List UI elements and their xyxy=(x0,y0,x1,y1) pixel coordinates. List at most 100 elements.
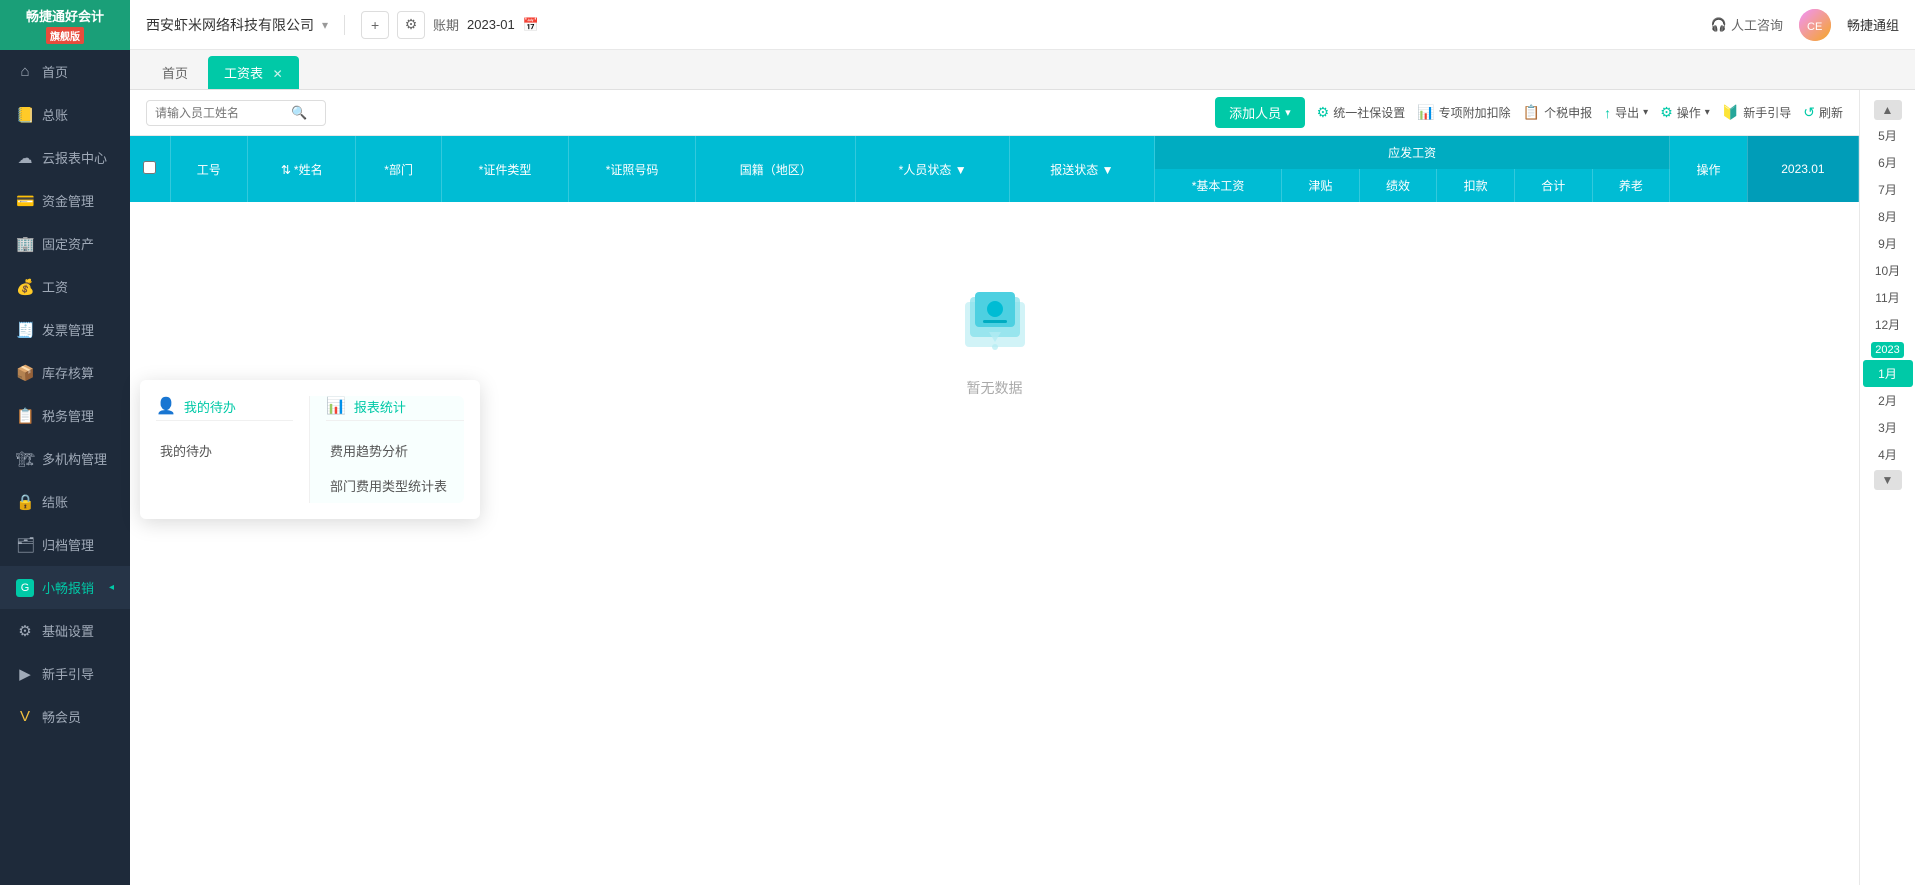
search-box[interactable]: 🔍 xyxy=(146,100,326,126)
operation-action[interactable]: ⚙ 操作 ▾ xyxy=(1660,104,1710,121)
search-input[interactable] xyxy=(155,106,285,120)
app-logo: 畅捷通好会计 旗舰版 xyxy=(0,0,130,50)
month-7[interactable]: 7月 xyxy=(1863,176,1913,203)
submit-filter-icon[interactable]: ▼ xyxy=(1102,163,1114,177)
operation-dropdown-icon: ▾ xyxy=(1705,107,1710,118)
tab-salary-table[interactable]: 工资表 ✕ xyxy=(208,56,299,89)
sort-name-icon[interactable]: ⇅ xyxy=(281,163,291,177)
sidebar-item-member[interactable]: V 畅会员 xyxy=(0,695,130,738)
sidebar-item-label: 库存核算 xyxy=(42,363,94,382)
month-12[interactable]: 12月 xyxy=(1863,311,1913,338)
month-nav-up[interactable]: ▲ xyxy=(1874,100,1902,120)
sidebar-item-closing[interactable]: 🔒 结账 xyxy=(0,480,130,523)
id-no-header: *证照号码 xyxy=(569,136,696,202)
sidebar-item-label: 多机构管理 xyxy=(42,449,107,468)
calendar-icon[interactable]: 📅 xyxy=(523,17,539,33)
checkbox-header[interactable] xyxy=(130,136,170,202)
refresh-icon: ↺ xyxy=(1803,104,1815,121)
sidebar-item-home[interactable]: ⌂ 首页 xyxy=(0,50,130,93)
settings-button[interactable]: ⚙ xyxy=(397,11,425,39)
month-4[interactable]: 4月 xyxy=(1863,441,1913,468)
todo-icon: 👤 xyxy=(156,396,176,416)
sidebar-item-archive[interactable]: 🗂 归档管理 xyxy=(0,523,130,566)
submit-status-header: 报送状态 ▼ xyxy=(1009,136,1154,202)
topbar-right: 🎧 人工咨询 CE 畅捷通组 xyxy=(1711,9,1899,41)
topbar: 西安虾米网络科技有限公司 ▾ + ⚙ 账期 2023-01 📅 🎧 人工咨询 C… xyxy=(130,0,1915,50)
emp-no-header: 工号 xyxy=(170,136,248,202)
sidebar-item-label: 首页 xyxy=(42,62,68,81)
expense-trend-label: 费用趋势分析 xyxy=(330,444,408,459)
performance-header: 绩效 xyxy=(1359,169,1437,202)
inventory-icon: 📦 xyxy=(16,364,34,382)
nationality-header: 国籍（地区） xyxy=(696,136,856,202)
sidebar-item-ledger[interactable]: 📒 总账 xyxy=(0,93,130,136)
home-icon: ⌂ xyxy=(16,63,34,80)
pension-header: 养老 xyxy=(1592,169,1670,202)
new-guide-action[interactable]: 🔰 新手引导 xyxy=(1722,104,1791,121)
sidebar-item-tax[interactable]: 📋 税务管理 xyxy=(0,394,130,437)
topbar-divider xyxy=(344,15,345,35)
period-header: 2023.01 xyxy=(1747,136,1858,202)
add-company-button[interactable]: + xyxy=(361,11,389,39)
month-panel: ▲ 5月 6月 7月 8月 9月 10月 11月 12月 2023 1月 2月 … xyxy=(1859,90,1915,885)
dept-expense-label: 部门费用类型统计表 xyxy=(330,479,447,494)
month-5[interactable]: 5月 xyxy=(1863,122,1913,149)
add-person-button[interactable]: 添加人员 ▾ xyxy=(1215,97,1305,128)
popup-todo-item[interactable]: 我的待办 xyxy=(156,433,293,468)
select-all-checkbox[interactable] xyxy=(143,161,156,174)
tax-icon: 📋 xyxy=(16,407,34,425)
status-filter-icon[interactable]: ▼ xyxy=(955,163,967,177)
guide-icon: ▶ xyxy=(16,665,34,683)
social-security-action[interactable]: ⚙ 统一社保设置 xyxy=(1317,104,1406,121)
sidebar-item-invoice[interactable]: 🧾 发票管理 xyxy=(0,308,130,351)
month-11[interactable]: 11月 xyxy=(1863,284,1913,311)
popup-expense-trend-item[interactable]: 费用趋势分析 xyxy=(326,433,464,468)
month-1-current[interactable]: 1月 xyxy=(1863,360,1913,387)
sidebar-item-multi-org[interactable]: 🏗 多机构管理 xyxy=(0,437,130,480)
tab-home-label: 首页 xyxy=(162,66,188,81)
sidebar-item-label: 工资 xyxy=(42,277,68,296)
tab-home[interactable]: 首页 xyxy=(146,56,204,89)
month-2[interactable]: 2月 xyxy=(1863,387,1913,414)
sidebar-item-fund[interactable]: 💳 资金管理 xyxy=(0,179,130,222)
export-action[interactable]: ↑ 导出 ▾ xyxy=(1604,104,1648,121)
month-9[interactable]: 9月 xyxy=(1863,230,1913,257)
logo-main-text: 畅捷通好会计 xyxy=(26,6,104,25)
export-dropdown-icon: ▾ xyxy=(1643,107,1648,118)
sidebar-item-label: 畅会员 xyxy=(42,707,81,726)
search-icon[interactable]: 🔍 xyxy=(291,105,307,121)
sidebar-item-xiaochang[interactable]: G 小畅报销 ◂ xyxy=(0,566,130,609)
sidebar-item-guide[interactable]: ▶ 新手引导 xyxy=(0,652,130,695)
sidebar-item-basic[interactable]: ⚙ 基础设置 xyxy=(0,609,130,652)
sidebar-item-salary[interactable]: 💰 工资 xyxy=(0,265,130,308)
social-security-icon: ⚙ xyxy=(1317,104,1330,121)
popup-dept-expense-item[interactable]: 部门费用类型统计表 xyxy=(326,468,464,503)
month-3[interactable]: 3月 xyxy=(1863,414,1913,441)
service-button[interactable]: 🎧 人工咨询 xyxy=(1711,15,1783,34)
sidebar-item-label: 结账 xyxy=(42,492,68,511)
sidebar-item-label: 总账 xyxy=(42,105,68,124)
refresh-action[interactable]: ↺ 刷新 xyxy=(1803,104,1843,121)
special-deduction-action[interactable]: 📊 专项附加扣除 xyxy=(1417,104,1510,121)
tab-close-icon[interactable]: ✕ xyxy=(273,67,283,81)
settings-icon: ⚙ xyxy=(16,622,34,640)
tax-report-action[interactable]: 📋 个税申报 xyxy=(1523,104,1592,121)
base-salary-header: *基本工资 xyxy=(1155,169,1282,202)
fixed-assets-icon: 🏢 xyxy=(16,235,34,253)
new-guide-label: 新手引导 xyxy=(1743,104,1791,121)
sidebar-item-fixed-assets[interactable]: 🏢 固定资产 xyxy=(0,222,130,265)
headset-icon: 🎧 xyxy=(1711,17,1727,33)
cloud-icon: ☁ xyxy=(16,149,34,167)
ledger-icon: 📒 xyxy=(16,106,34,124)
sidebar-item-cloud-report[interactable]: ☁ 云报表中心 xyxy=(0,136,130,179)
sidebar-item-inventory[interactable]: 📦 库存核算 xyxy=(0,351,130,394)
total-header: 合计 xyxy=(1514,169,1592,202)
month-10[interactable]: 10月 xyxy=(1863,257,1913,284)
month-nav-down[interactable]: ▼ xyxy=(1874,470,1902,490)
salary-group-header: 应发工资 xyxy=(1155,136,1670,169)
closing-icon: 🔒 xyxy=(16,493,34,511)
month-8[interactable]: 8月 xyxy=(1863,203,1913,230)
month-6[interactable]: 6月 xyxy=(1863,149,1913,176)
salary-icon: 💰 xyxy=(16,278,34,296)
company-dropdown-icon[interactable]: ▾ xyxy=(322,18,328,32)
